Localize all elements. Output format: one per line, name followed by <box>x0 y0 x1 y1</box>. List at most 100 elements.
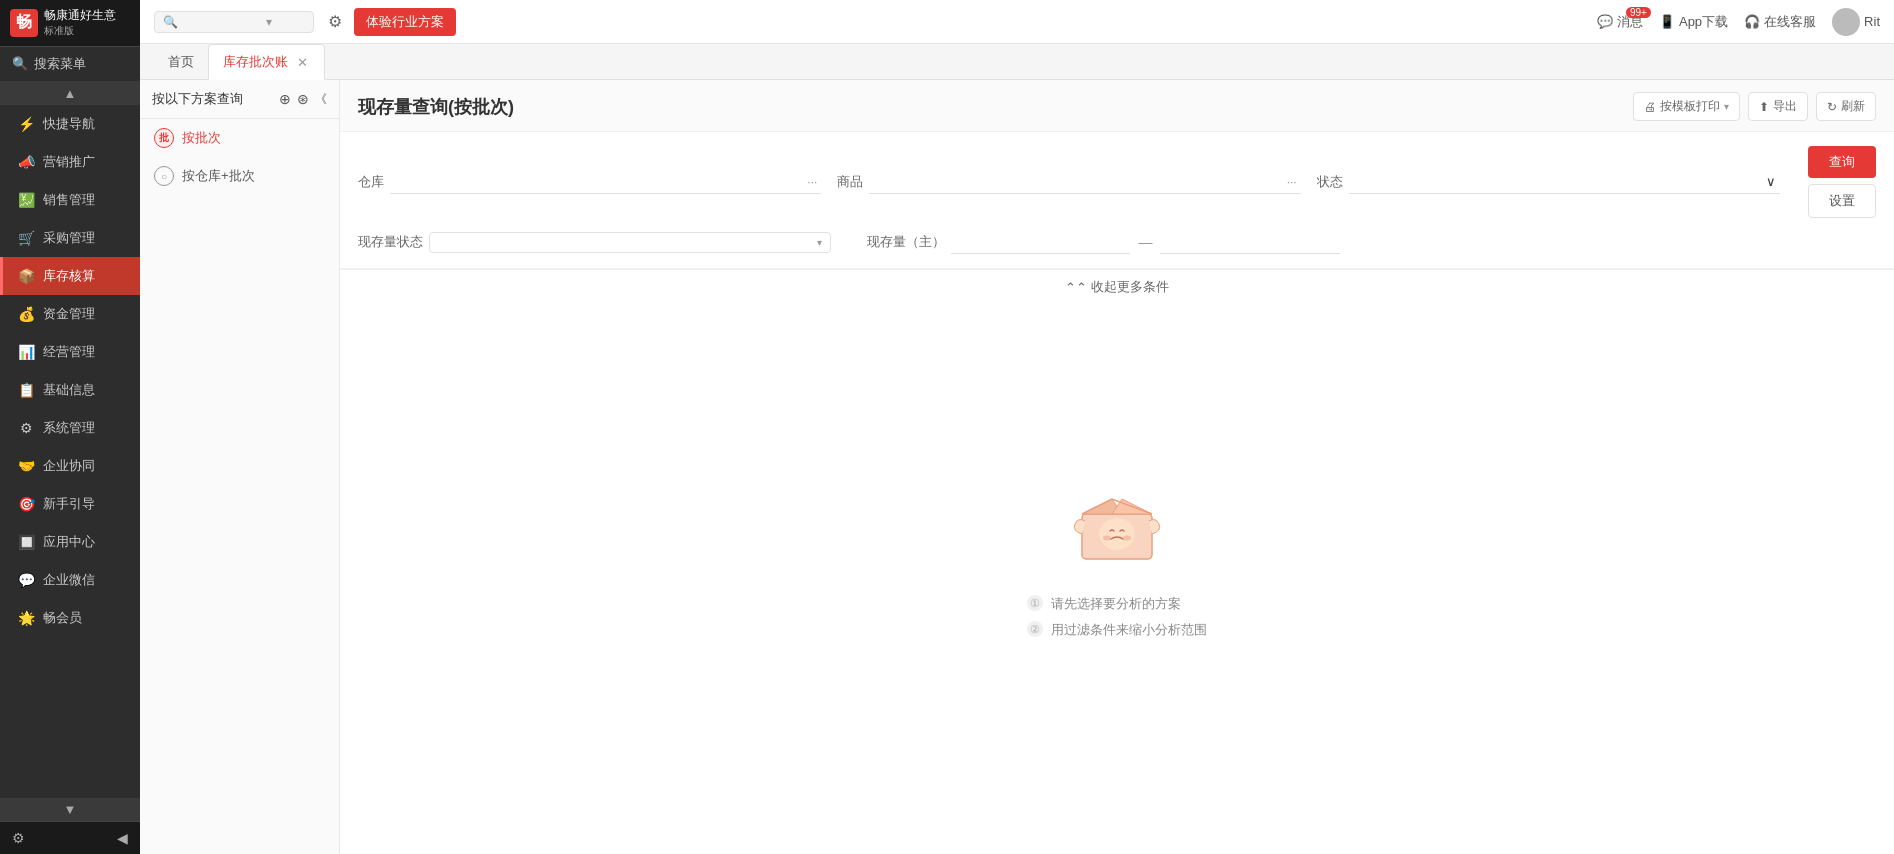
settings-btn[interactable]: 设置 <box>1808 184 1876 218</box>
company-name: 畅康通好生意 <box>44 8 116 24</box>
product-input[interactable]: ··· <box>869 171 1300 194</box>
sidebar-item-label: 采购管理 <box>43 229 95 247</box>
print-icon: 🖨 <box>1644 100 1656 114</box>
warehouse-label: 仓库 <box>358 173 384 191</box>
svg-point-1 <box>1099 518 1135 550</box>
topbar-search-dropdown-icon[interactable]: ▾ <box>266 15 272 29</box>
basic-info-icon: 📋 <box>17 381 35 399</box>
scheme-item-warehouse-batch[interactable]: ○ 按仓库+批次 <box>140 157 339 195</box>
online-service-label: 在线客服 <box>1764 13 1816 31</box>
sidebar-item-marketing[interactable]: 📣 营销推广 <box>0 143 140 181</box>
tab-home[interactable]: 首页 <box>154 45 208 79</box>
filter-row-1: 仓库 ··· 商品 ··· 状态 <box>358 146 1876 218</box>
sidebar-nav: ⚡ 快捷导航 📣 营销推广 💹 销售管理 🛒 采购管理 📦 库存核算 💰 资金管… <box>0 105 140 798</box>
sidebar-item-label: 企业微信 <box>43 571 95 589</box>
sidebar-collapse-icon[interactable]: ◀ <box>117 830 128 846</box>
empty-icon <box>1057 459 1177 579</box>
messages-item[interactable]: 💬 消息 99+ <box>1597 13 1643 31</box>
app-download-item[interactable]: 📱 App下载 <box>1659 13 1728 31</box>
left-panel-title: 按以下方案查询 <box>152 90 243 108</box>
user-item[interactable]: Rit <box>1832 8 1880 36</box>
sidebar-item-member[interactable]: 🌟 畅会员 <box>0 599 140 637</box>
topbar-search-box[interactable]: 🔍 ▾ <box>154 11 314 33</box>
sidebar-item-label: 应用中心 <box>43 533 95 551</box>
tip-text-2: 用过滤条件来缩小分析范围 <box>1051 621 1207 639</box>
status-arrow-icon[interactable]: ∨ <box>1766 174 1776 189</box>
filter-section: 仓库 ··· 商品 ··· 状态 <box>340 132 1894 304</box>
collapse-more-btn[interactable]: ⌃⌃ 收起更多条件 <box>340 269 1894 304</box>
sidebar-item-label: 新手引导 <box>43 495 95 513</box>
inventory-qty-field-to[interactable] <box>1160 230 1339 253</box>
left-panel-header: 按以下方案查询 ⊕ ⊛ 《 <box>140 80 339 119</box>
sidebar-item-quick-nav[interactable]: ⚡ 快捷导航 <box>0 105 140 143</box>
sidebar-item-finance[interactable]: 💰 资金管理 <box>0 295 140 333</box>
sidebar-item-purchase[interactable]: 🛒 采购管理 <box>0 219 140 257</box>
sidebar-item-inventory[interactable]: 📦 库存核算 <box>0 257 140 295</box>
filter-product: 商品 ··· <box>837 171 1300 194</box>
product-dots-icon[interactable]: ··· <box>1287 175 1297 189</box>
sidebar-scroll-up[interactable]: ▲ <box>0 82 140 105</box>
sidebar-item-guide[interactable]: 🎯 新手引导 <box>0 485 140 523</box>
filter-inventory-status: 现存量状态 ▾ <box>358 232 831 253</box>
sidebar-scroll-down[interactable]: ▼ <box>0 798 140 821</box>
scheme-warehouse-batch-icon: ○ <box>154 166 174 186</box>
sidebar-item-label: 营销推广 <box>43 153 95 171</box>
refresh-icon: ↻ <box>1827 100 1837 114</box>
app-download-icon: 📱 <box>1659 14 1675 29</box>
filter-warehouse: 仓库 ··· <box>358 171 821 194</box>
inventory-qty-field[interactable] <box>951 230 1130 253</box>
export-icon: ⬆ <box>1759 100 1769 114</box>
inventory-status-arrow-icon[interactable]: ▾ <box>817 237 822 248</box>
experience-btn[interactable]: 体验行业方案 <box>354 8 456 36</box>
sidebar-item-sales[interactable]: 💹 销售管理 <box>0 181 140 219</box>
headset-icon: 🎧 <box>1744 14 1760 29</box>
export-btn[interactable]: ⬆ 导出 <box>1748 92 1808 121</box>
system-icon: ⚙ <box>17 419 35 437</box>
inventory-status-select[interactable]: ▾ <box>429 232 831 253</box>
warehouse-dots-icon[interactable]: ··· <box>807 175 817 189</box>
inventory-status-label: 现存量状态 <box>358 233 423 251</box>
sidebar-item-system[interactable]: ⚙ 系统管理 <box>0 409 140 447</box>
right-panel: 现存量查询(按批次) 🖨 按模板打印 ▾ ⬆ 导出 ↻ 刷新 <box>340 80 1894 854</box>
sidebar-search[interactable]: 🔍 搜索菜单 <box>0 47 140 82</box>
refresh-btn[interactable]: ↻ 刷新 <box>1816 92 1876 121</box>
operations-icon: 📊 <box>17 343 35 361</box>
sidebar-item-label: 资金管理 <box>43 305 95 323</box>
inventory-qty-input[interactable] <box>951 230 1130 254</box>
sidebar-item-label: 快捷导航 <box>43 115 95 133</box>
topbar-settings-icon[interactable]: ⚙ <box>328 12 342 31</box>
scheme-settings-icon[interactable]: ⊛ <box>297 91 309 107</box>
filter-row-2: 现存量状态 ▾ 现存量（主） — <box>358 230 1876 254</box>
inventory-qty-input-to[interactable] <box>1160 230 1339 254</box>
empty-tip-2: ② 用过滤条件来缩小分析范围 <box>1027 621 1207 639</box>
tab-inventory-batch-label: 库存批次账 <box>223 53 288 71</box>
empty-tips: ① 请先选择要分析的方案 ② 用过滤条件来缩小分析范围 <box>1027 595 1207 639</box>
user-avatar <box>1832 8 1860 36</box>
sidebar-item-enterprise[interactable]: 🤝 企业协同 <box>0 447 140 485</box>
scheme-batch-label: 按批次 <box>182 129 221 147</box>
warehouse-input[interactable]: ··· <box>390 171 821 194</box>
print-template-btn[interactable]: 🖨 按模板打印 ▾ <box>1633 92 1740 121</box>
sidebar-item-label: 企业协同 <box>43 457 95 475</box>
sidebar-item-basic-info[interactable]: 📋 基础信息 <box>0 371 140 409</box>
sidebar-item-app-center[interactable]: 🔲 应用中心 <box>0 523 140 561</box>
sidebar-item-label: 库存核算 <box>43 267 95 285</box>
content-area: 按以下方案查询 ⊕ ⊛ 《 批 按批次 ○ 按仓库+批次 现存量查询(按批次) <box>140 80 1894 854</box>
sidebar-logo: 畅 <box>10 9 38 37</box>
panel-collapse-icon[interactable]: 《 <box>315 91 327 108</box>
sidebar-item-label: 基础信息 <box>43 381 95 399</box>
sidebar-item-enterprise-wechat[interactable]: 💬 企业微信 <box>0 561 140 599</box>
topbar-search-input[interactable] <box>182 15 262 29</box>
tip-text-1: 请先选择要分析的方案 <box>1051 595 1181 613</box>
status-select[interactable]: ∨ <box>1349 170 1780 194</box>
query-btn[interactable]: 查询 <box>1808 146 1876 178</box>
add-scheme-icon[interactable]: ⊕ <box>279 91 291 107</box>
sidebar-gear-icon[interactable]: ⚙ <box>12 830 25 846</box>
tab-close-icon[interactable]: ✕ <box>294 54 310 70</box>
print-dropdown-arrow[interactable]: ▾ <box>1724 101 1729 112</box>
purchase-icon: 🛒 <box>17 229 35 247</box>
tab-inventory-batch[interactable]: 库存批次账 ✕ <box>208 44 325 80</box>
scheme-item-batch[interactable]: 批 按批次 <box>140 119 339 157</box>
sidebar-item-operations[interactable]: 📊 经营管理 <box>0 333 140 371</box>
online-service-item[interactable]: 🎧 在线客服 <box>1744 13 1816 31</box>
